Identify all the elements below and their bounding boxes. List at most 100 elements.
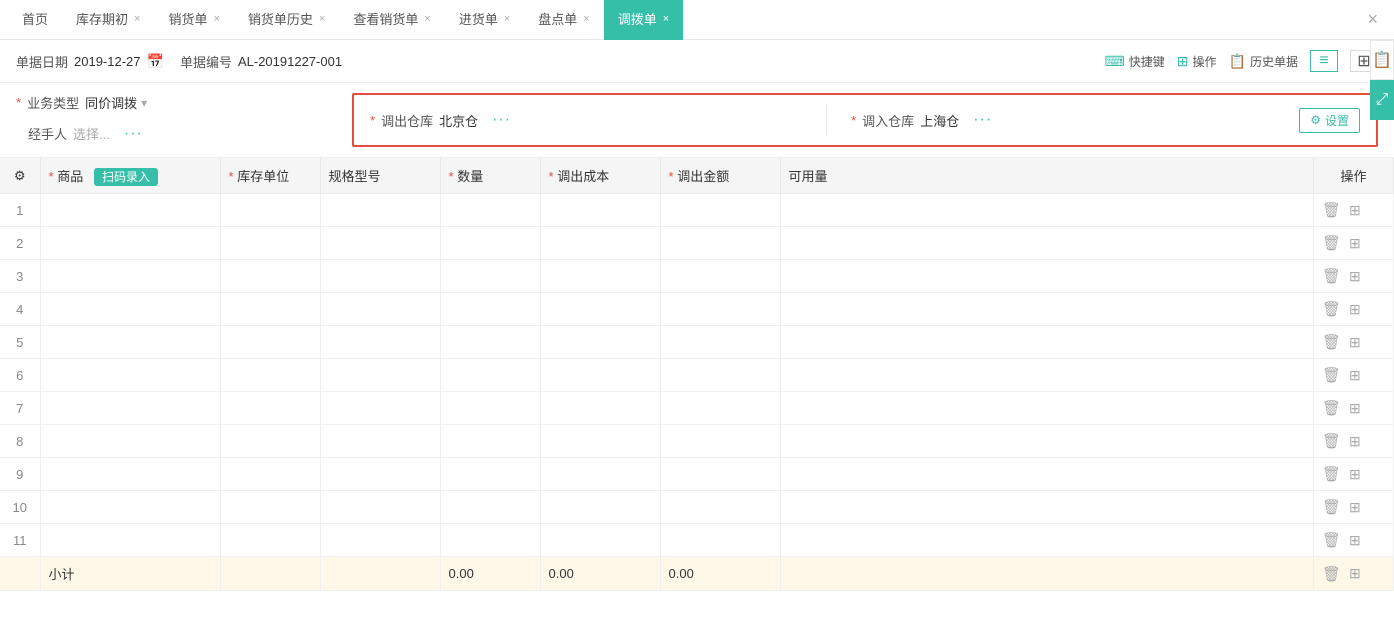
row-cost-2[interactable] [540, 227, 660, 260]
row-product-1[interactable] [40, 194, 220, 227]
row-cost-1[interactable] [540, 194, 660, 227]
row-copy-2[interactable]: ⊞ [1349, 235, 1361, 252]
row-delete-10[interactable]: 🗑 [1322, 498, 1341, 516]
layout-btn-active[interactable]: ≡ [1310, 50, 1338, 72]
tab-close-purchase-order[interactable]: × [504, 13, 510, 25]
tab-inventory-init[interactable]: 库存期初 × [62, 0, 154, 40]
row-unit-2[interactable] [220, 227, 320, 260]
row-delete-5[interactable]: 🗑 [1322, 333, 1341, 351]
tab-transfer[interactable]: 调拨单 × [604, 0, 683, 40]
row-amount-1[interactable] [660, 194, 780, 227]
warehouse-out-dots-btn[interactable]: ··· [492, 111, 511, 129]
sidebar-notes-btn[interactable]: 📋 [1370, 40, 1394, 80]
business-type-label: 业务类型 [27, 93, 79, 112]
tab-close-transfer[interactable]: × [663, 13, 669, 25]
row-num-8: 8 [0, 425, 40, 458]
manager-field: 经手人 选择... ··· [16, 124, 336, 143]
table-row: 10 🗑⊞ [0, 491, 1394, 524]
row-spec-2[interactable] [320, 227, 440, 260]
row-ops-1: 🗑 ⊞ [1314, 194, 1394, 227]
tab-bar-close-btn[interactable]: × [1359, 9, 1386, 30]
tab-view-sales[interactable]: 查看销货单 × [339, 0, 444, 40]
row-delete-9[interactable]: 🗑 [1322, 465, 1341, 483]
col-ops: 操作 [1314, 158, 1394, 194]
row-copy-4[interactable]: ⊞ [1349, 301, 1361, 318]
manager-select[interactable]: 选择... [73, 124, 110, 143]
row-quantity-1[interactable] [440, 194, 540, 227]
date-label: 单据日期 [16, 52, 68, 71]
table-container[interactable]: ⚙ * 商品 扫码录入 * 库存单位 规格型号 [0, 158, 1394, 634]
history-icon: 📋 [1229, 53, 1246, 70]
history-btn[interactable]: 📋 历史单据 [1229, 53, 1298, 70]
operation-icon: ⊞ [1177, 53, 1189, 70]
row-delete-2[interactable]: 🗑 [1322, 234, 1341, 252]
row-num-6: 6 [0, 359, 40, 392]
business-type-select[interactable]: 同价调拨 ▾ [85, 93, 147, 112]
tab-close-sales-order[interactable]: × [213, 13, 219, 25]
warehouse-out-required: * [370, 113, 375, 128]
setting-btn[interactable]: ⚙ 设置 [1299, 108, 1360, 133]
row-num-7: 7 [0, 392, 40, 425]
manager-dots-btn[interactable]: ··· [124, 125, 143, 143]
warehouse-in-label: 调入仓库 [862, 111, 914, 130]
col-settings[interactable]: ⚙ [0, 158, 40, 194]
row-unit-1[interactable] [220, 194, 320, 227]
col-cost: * 调出成本 [540, 158, 660, 194]
tab-sales-order[interactable]: 销货单 × [154, 0, 233, 40]
tab-close-view-sales[interactable]: × [424, 13, 430, 25]
scan-btn[interactable]: 扫码录入 [94, 168, 158, 186]
row-delete-1[interactable]: 🗑 [1322, 201, 1341, 219]
row-copy-3[interactable]: ⊞ [1349, 268, 1361, 285]
row-amount-2[interactable] [660, 227, 780, 260]
row-copy-1[interactable]: ⊞ [1349, 202, 1361, 219]
row-available-2[interactable] [780, 227, 1314, 260]
row-product-2[interactable] [40, 227, 220, 260]
row-copy-7[interactable]: ⊞ [1349, 400, 1361, 417]
row-available-1[interactable] [780, 194, 1314, 227]
tab-home[interactable]: 首页 [8, 0, 62, 40]
calendar-icon[interactable]: 📅 [147, 53, 164, 70]
row-delete-4[interactable]: 🗑 [1322, 300, 1341, 318]
settings-gear-icon[interactable]: ⚙ [14, 168, 26, 183]
toolbar: 单据日期 2019-12-27 📅 单据编号 AL-20191227-001 ⌨… [0, 40, 1394, 83]
warehouse-area: * 调出仓库 北京仓 ··· * 调入仓库 上海仓 ··· ⚙ 设置 [352, 93, 1378, 147]
row-delete-6[interactable]: 🗑 [1322, 366, 1341, 384]
table-row: 9 🗑 ⊞ [0, 458, 1394, 491]
row-copy-5[interactable]: ⊞ [1349, 334, 1361, 351]
operation-btn[interactable]: ⊞ 操作 [1177, 53, 1217, 70]
warehouse-out-value[interactable]: 北京仓 [439, 111, 478, 130]
row-delete-11[interactable]: 🗑 [1322, 531, 1341, 549]
row-copy-8[interactable]: ⊞ [1349, 433, 1361, 450]
tab-inventory-check[interactable]: 盘点单 × [524, 0, 603, 40]
row-copy-10[interactable]: ⊞ [1349, 499, 1361, 516]
sidebar-expand-btn[interactable]: ⤢ [1370, 80, 1394, 120]
row-delete-7[interactable]: 🗑 [1322, 399, 1341, 417]
tab-close-inventory-init[interactable]: × [134, 13, 140, 25]
date-value[interactable]: 2019-12-27 [74, 54, 141, 69]
row-copy-6[interactable]: ⊞ [1349, 367, 1361, 384]
date-field-group: 单据日期 2019-12-27 📅 [16, 52, 164, 71]
table-row: 3 🗑⊞ [0, 260, 1394, 293]
shortcut-btn[interactable]: ⌨ 快捷键 [1105, 53, 1165, 70]
row-num-9: 9 [0, 458, 40, 491]
row-delete-8[interactable]: 🗑 [1322, 432, 1341, 450]
subtotal-cost: 0.00 [540, 557, 660, 591]
row-spec-1[interactable] [320, 194, 440, 227]
warehouse-in-field: * 调入仓库 上海仓 ··· [851, 111, 1283, 130]
tab-sales-history[interactable]: 销货单历史 × [234, 0, 339, 40]
number-value: AL-20191227-001 [238, 54, 342, 69]
subtotal-copy[interactable]: ⊞ [1349, 565, 1361, 582]
tab-purchase-order[interactable]: 进货单 × [445, 0, 524, 40]
row-quantity-2[interactable] [440, 227, 540, 260]
table-row: 1 🗑 ⊞ [0, 194, 1394, 227]
row-copy-11[interactable]: ⊞ [1349, 532, 1361, 549]
subtotal-del[interactable]: 🗑 [1322, 565, 1341, 583]
row-delete-3[interactable]: 🗑 [1322, 267, 1341, 285]
warehouse-in-value[interactable]: 上海仓 [920, 111, 959, 130]
warehouse-in-dots-btn[interactable]: ··· [973, 111, 992, 129]
table-row: 5 🗑⊞ [0, 326, 1394, 359]
row-copy-9[interactable]: ⊞ [1349, 466, 1361, 483]
tab-close-sales-history[interactable]: × [319, 13, 325, 25]
tab-close-inventory-check[interactable]: × [583, 13, 589, 25]
row-num-2: 2 [0, 227, 40, 260]
